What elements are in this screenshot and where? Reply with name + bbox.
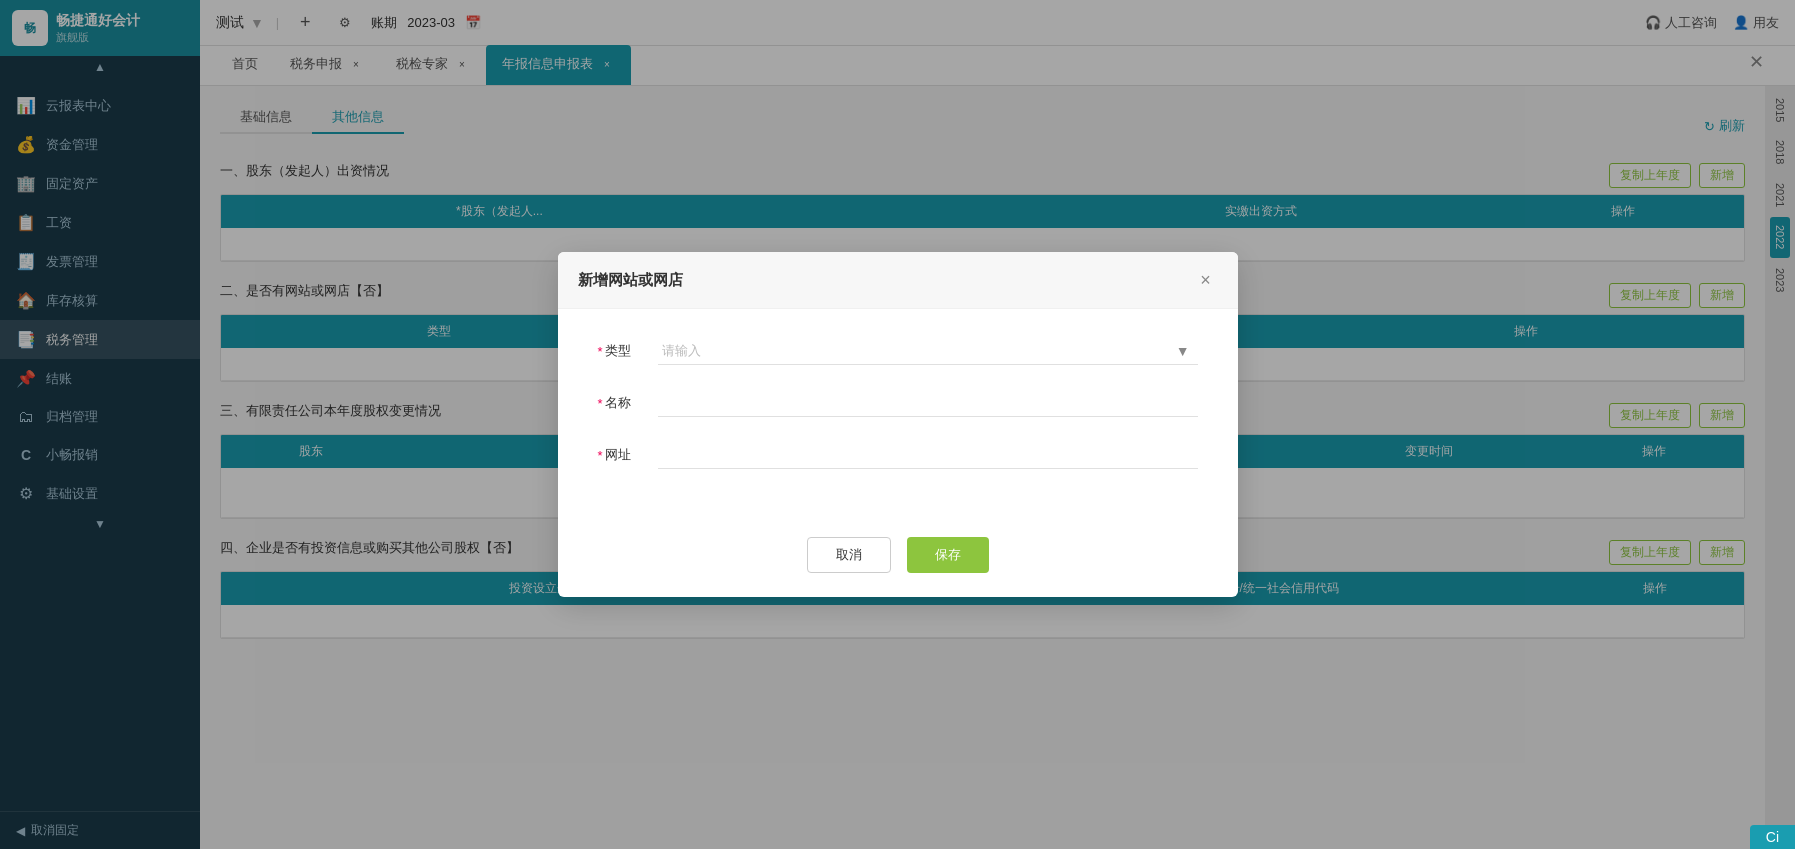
dialog-title: 新增网站或网店 — [578, 271, 683, 290]
url-input[interactable] — [658, 441, 1198, 469]
type-input[interactable] — [658, 337, 1198, 365]
required-star-type: * — [598, 344, 603, 359]
required-star-url: * — [598, 448, 603, 463]
dialog-body: * 类型 ▼ * 名称 * — [558, 309, 1238, 521]
form-row-name: * 名称 — [598, 389, 1198, 417]
name-input[interactable] — [658, 389, 1198, 417]
form-name-wrap — [658, 389, 1198, 417]
required-star-name: * — [598, 396, 603, 411]
form-label-name: * 名称 — [598, 394, 658, 412]
bottom-ci-badge: Ci — [1750, 825, 1795, 849]
form-label-url: * 网址 — [598, 446, 658, 464]
form-type-wrap: ▼ — [658, 337, 1198, 365]
dialog-close-button[interactable]: × — [1194, 268, 1218, 292]
form-row-url: * 网址 — [598, 441, 1198, 469]
form-url-wrap — [658, 441, 1198, 469]
dialog-add-website: 新增网站或网店 × * 类型 ▼ * 名称 — [558, 252, 1238, 597]
dialog-overlay: 新增网站或网店 × * 类型 ▼ * 名称 — [0, 0, 1795, 849]
dialog-header: 新增网站或网店 × — [558, 252, 1238, 309]
cancel-button[interactable]: 取消 — [807, 537, 891, 573]
form-row-type: * 类型 ▼ — [598, 337, 1198, 365]
form-label-type: * 类型 — [598, 342, 658, 360]
dialog-footer: 取消 保存 — [558, 521, 1238, 597]
save-button[interactable]: 保存 — [907, 537, 989, 573]
